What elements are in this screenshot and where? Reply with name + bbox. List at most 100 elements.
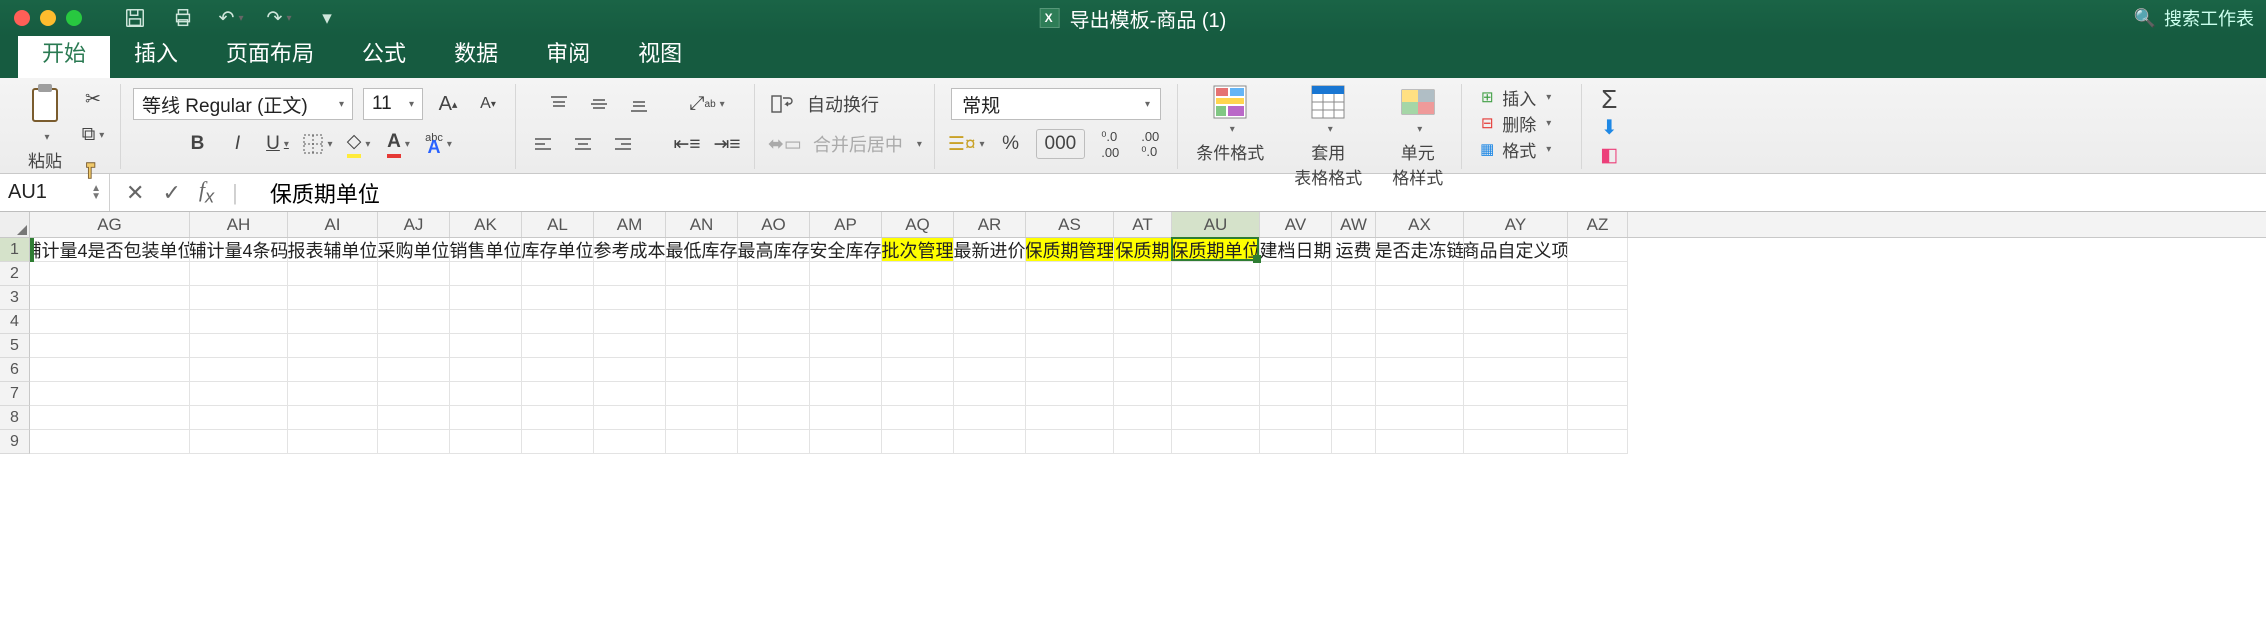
cell-AQ4[interactable] (882, 310, 954, 334)
cell-AU7[interactable] (1172, 382, 1260, 406)
row-header-7[interactable]: 7 (0, 382, 30, 406)
cell-AM5[interactable] (594, 334, 666, 358)
minimize-window-button[interactable] (40, 10, 56, 26)
cell-AU4[interactable] (1172, 310, 1260, 334)
bold-button[interactable]: B (182, 129, 212, 159)
cell-AZ8[interactable] (1568, 406, 1628, 430)
cell-AK8[interactable] (450, 406, 522, 430)
cell-AJ2[interactable] (378, 262, 450, 286)
cancel-formula-button[interactable]: ✕ (126, 180, 144, 206)
autosum-button[interactable]: Σ (1594, 84, 1624, 114)
column-header-AO[interactable]: AO (738, 212, 810, 237)
cell-AJ7[interactable] (378, 382, 450, 406)
cell-AS1[interactable]: 保质期管理 (1026, 238, 1114, 262)
percent-format-button[interactable]: % (996, 129, 1026, 159)
cell-AP6[interactable] (810, 358, 882, 382)
cell-AW1[interactable]: 运费 (1332, 238, 1376, 262)
cell-AJ4[interactable] (378, 310, 450, 334)
cell-AV2[interactable] (1260, 262, 1332, 286)
increase-font-button[interactable]: A▴ (433, 89, 463, 119)
cell-AH4[interactable] (190, 310, 288, 334)
cell-AH8[interactable] (190, 406, 288, 430)
cell-AI2[interactable] (288, 262, 378, 286)
cell-AT1[interactable]: 保质期 (1114, 238, 1172, 262)
cell-AI6[interactable] (288, 358, 378, 382)
cell-AR3[interactable] (954, 286, 1026, 310)
cell-AQ5[interactable] (882, 334, 954, 358)
cell-AR1[interactable]: 最新进价 (954, 238, 1026, 262)
clear-button[interactable]: ◧ (1594, 142, 1624, 170)
cell-AV3[interactable] (1260, 286, 1332, 310)
cell-AQ8[interactable] (882, 406, 954, 430)
cell-AI8[interactable] (288, 406, 378, 430)
cell-AV4[interactable] (1260, 310, 1332, 334)
cell-AZ1[interactable] (1568, 238, 1628, 262)
cell-AP1[interactable]: 安全库存 (810, 238, 882, 262)
spreadsheet-grid[interactable]: AGAHAIAJAKALAMANAOAPAQARASATAUAVAWAXAYAZ… (0, 212, 2266, 454)
cell-AY8[interactable] (1464, 406, 1568, 430)
align-top-button[interactable] (544, 89, 574, 119)
row-header-3[interactable]: 3 (0, 286, 30, 310)
cell-styles-button[interactable]: ▾ 单元 格样式 (1386, 84, 1449, 189)
borders-button[interactable]: ▾ (302, 129, 333, 159)
cell-AY9[interactable] (1464, 430, 1568, 454)
phonetic-button[interactable]: abcA▾ (424, 129, 454, 159)
cell-AJ6[interactable] (378, 358, 450, 382)
cell-AW6[interactable] (1332, 358, 1376, 382)
cell-AK5[interactable] (450, 334, 522, 358)
fx-icon[interactable]: fx (199, 177, 214, 207)
cell-AN3[interactable] (666, 286, 738, 310)
cell-AK2[interactable] (450, 262, 522, 286)
cell-AT7[interactable] (1114, 382, 1172, 406)
italic-button[interactable]: I (222, 129, 252, 159)
row-header-8[interactable]: 8 (0, 406, 30, 430)
cell-AS3[interactable] (1026, 286, 1114, 310)
undo-icon[interactable]: ↶▾ (218, 5, 244, 31)
cell-AV1[interactable]: 建档日期 (1260, 238, 1332, 262)
customize-qat-icon[interactable]: ▾ (314, 5, 340, 31)
column-header-AK[interactable]: AK (450, 212, 522, 237)
cell-AS5[interactable] (1026, 334, 1114, 358)
cell-AS7[interactable] (1026, 382, 1114, 406)
align-center-button[interactable] (568, 129, 598, 159)
decrease-font-button[interactable]: A▾ (473, 89, 503, 119)
column-header-AN[interactable]: AN (666, 212, 738, 237)
cell-AN4[interactable] (666, 310, 738, 334)
cell-AJ9[interactable] (378, 430, 450, 454)
cell-AV7[interactable] (1260, 382, 1332, 406)
cell-AQ2[interactable] (882, 262, 954, 286)
conditional-format-button[interactable]: ▾ 条件格式 (1190, 84, 1270, 164)
align-right-button[interactable] (608, 129, 638, 159)
cell-AX6[interactable] (1376, 358, 1464, 382)
cell-AX1[interactable]: 是否走冻链 (1376, 238, 1464, 262)
cell-AU6[interactable] (1172, 358, 1260, 382)
cell-AT9[interactable] (1114, 430, 1172, 454)
cell-AK7[interactable] (450, 382, 522, 406)
cell-AX7[interactable] (1376, 382, 1464, 406)
fill-button[interactable]: ⬇ (1594, 114, 1624, 142)
cell-AM1[interactable]: 参考成本 (594, 238, 666, 262)
row-header-2[interactable]: 2 (0, 262, 30, 286)
align-left-button[interactable] (528, 129, 558, 159)
cell-AU8[interactable] (1172, 406, 1260, 430)
cell-AJ5[interactable] (378, 334, 450, 358)
cell-AU5[interactable] (1172, 334, 1260, 358)
cell-AW3[interactable] (1332, 286, 1376, 310)
cell-AY5[interactable] (1464, 334, 1568, 358)
column-header-AR[interactable]: AR (954, 212, 1026, 237)
cell-AR7[interactable] (954, 382, 1026, 406)
accounting-format-button[interactable]: ☰¤▾ (947, 129, 986, 159)
cell-AN6[interactable] (666, 358, 738, 382)
cell-AO1[interactable]: 最高库存 (738, 238, 810, 262)
column-header-AH[interactable]: AH (190, 212, 288, 237)
cell-AS4[interactable] (1026, 310, 1114, 334)
cell-AR9[interactable] (954, 430, 1026, 454)
cell-AZ2[interactable] (1568, 262, 1628, 286)
cell-AW8[interactable] (1332, 406, 1376, 430)
cell-AX2[interactable] (1376, 262, 1464, 286)
cell-AY2[interactable] (1464, 262, 1568, 286)
column-header-AL[interactable]: AL (522, 212, 594, 237)
cell-AR6[interactable] (954, 358, 1026, 382)
cell-AW5[interactable] (1332, 334, 1376, 358)
fill-color-button[interactable]: ◇▾ (344, 129, 374, 159)
